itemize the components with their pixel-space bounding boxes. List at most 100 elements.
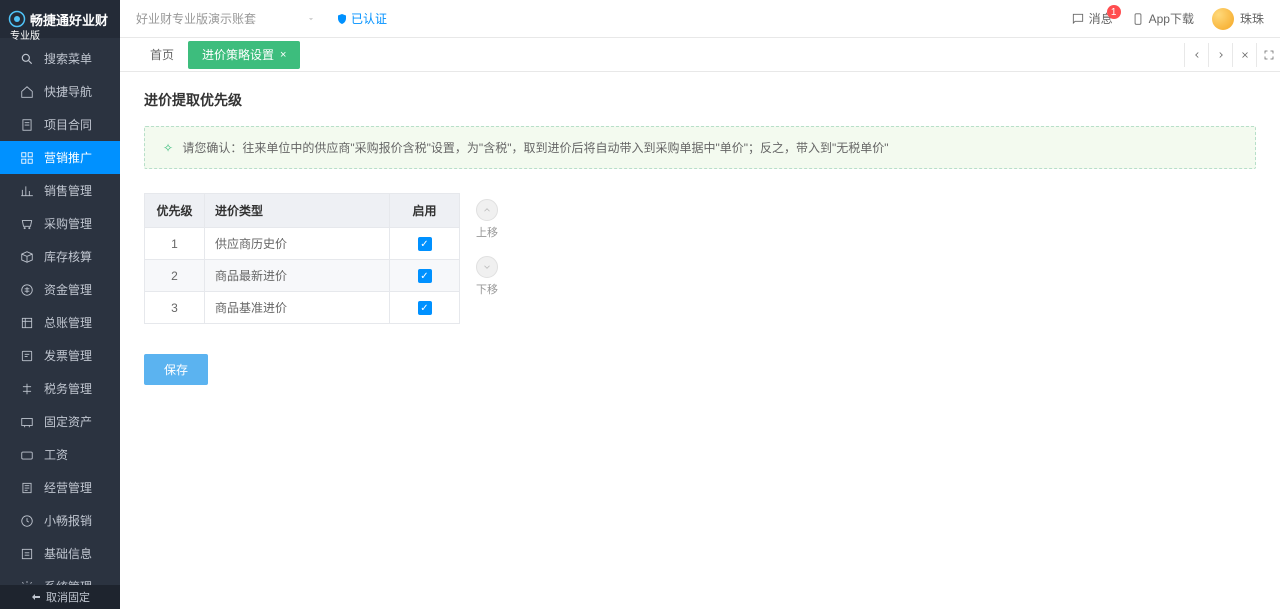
- account-name: 好业财专业版演示账套: [136, 10, 256, 27]
- pin-toggle[interactable]: 取消固定: [0, 585, 120, 609]
- account-selector[interactable]: 好业财专业版演示账套: [136, 10, 316, 27]
- menu-label: 搜索菜单: [44, 50, 92, 67]
- cell-enable: ✓: [390, 228, 460, 260]
- info-icon: ✧: [163, 141, 173, 155]
- brand-name: 畅捷通好业财: [30, 10, 108, 29]
- top-header: 好业财专业版演示账套 已认证 消息 1 App下载 珠珠: [120, 0, 1280, 38]
- tab-label: 首页: [150, 46, 174, 63]
- cell-type: 商品最新进价: [205, 260, 390, 292]
- cell-type: 商品基准进价: [205, 292, 390, 324]
- tab-close-all-button[interactable]: [1232, 43, 1256, 67]
- menu-label: 销售管理: [44, 182, 92, 199]
- tab-controls: [1184, 43, 1280, 67]
- menu-item-9[interactable]: 发票管理: [0, 339, 120, 372]
- biz-icon: [20, 481, 34, 495]
- tab-1[interactable]: 进价策略设置×: [188, 41, 300, 69]
- cell-priority: 2: [145, 260, 205, 292]
- menu-label: 总账管理: [44, 314, 92, 331]
- menu-label: 工资: [44, 446, 68, 463]
- menu-item-13[interactable]: 经营管理: [0, 471, 120, 504]
- move-down-label: 下移: [476, 281, 498, 297]
- ledger-icon: [20, 316, 34, 330]
- chevron-down-icon: [476, 256, 498, 278]
- move-controls: 上移 下移: [476, 193, 498, 297]
- tab-prev-button[interactable]: [1184, 43, 1208, 67]
- menu-label: 营销推广: [44, 149, 92, 166]
- col-enable: 启用: [390, 194, 460, 228]
- menu-item-12[interactable]: 工资: [0, 438, 120, 471]
- cell-priority: 1: [145, 228, 205, 260]
- menu-label: 基础信息: [44, 545, 92, 562]
- tab-bar: 首页进价策略设置×: [120, 38, 1280, 72]
- save-button[interactable]: 保存: [144, 354, 208, 385]
- col-type: 进价类型: [205, 194, 390, 228]
- phone-icon: [1131, 12, 1145, 26]
- doc-icon: [20, 118, 34, 132]
- move-down-button[interactable]: 下移: [476, 256, 498, 297]
- cell-enable: ✓: [390, 260, 460, 292]
- cart-icon: [20, 217, 34, 231]
- content-area: 进价提取优先级 ✧ 请您确认：往来单位中的供应商"采购报价含税"设置，为"含税"…: [120, 72, 1280, 609]
- messages-badge: 1: [1107, 5, 1121, 19]
- app-download-button[interactable]: App下载: [1131, 10, 1194, 27]
- menu-item-4[interactable]: 销售管理: [0, 174, 120, 207]
- chevron-up-icon: [476, 199, 498, 221]
- page-title: 进价提取优先级: [144, 90, 1256, 110]
- sidebar: 畅捷通好业财 专业版 搜索菜单快捷导航项目合同营销推广销售管理采购管理库存核算资…: [0, 0, 120, 609]
- box-icon: [20, 250, 34, 264]
- menu-label: 发票管理: [44, 347, 92, 364]
- checkbox-checked-icon[interactable]: ✓: [418, 269, 432, 283]
- menu-item-0[interactable]: 搜索菜单: [0, 42, 120, 75]
- menu-item-6[interactable]: 库存核算: [0, 240, 120, 273]
- grid-icon: [20, 151, 34, 165]
- verified-badge: 已认证: [336, 10, 387, 27]
- menu-item-8[interactable]: 总账管理: [0, 306, 120, 339]
- invoice-icon: [20, 349, 34, 363]
- pin-icon: [30, 591, 42, 603]
- menu-item-2[interactable]: 项目合同: [0, 108, 120, 141]
- verified-text: 已认证: [351, 10, 387, 27]
- checkbox-checked-icon[interactable]: ✓: [418, 301, 432, 315]
- avatar: [1212, 8, 1234, 30]
- table-row[interactable]: 3商品基准进价✓: [145, 292, 460, 324]
- menu-label: 资金管理: [44, 281, 92, 298]
- menu-item-15[interactable]: 基础信息: [0, 537, 120, 570]
- user-name: 珠珠: [1240, 10, 1264, 27]
- messages-button[interactable]: 消息 1: [1071, 10, 1113, 27]
- pin-label: 取消固定: [46, 589, 90, 605]
- menu-item-11[interactable]: 固定资产: [0, 405, 120, 438]
- brand-logo-icon: [8, 10, 26, 28]
- menu-item-1[interactable]: 快捷导航: [0, 75, 120, 108]
- menu-label: 税务管理: [44, 380, 92, 397]
- user-menu[interactable]: 珠珠: [1212, 8, 1264, 30]
- fullscreen-button[interactable]: [1256, 43, 1280, 67]
- move-up-button[interactable]: 上移: [476, 199, 498, 240]
- tab-next-button[interactable]: [1208, 43, 1232, 67]
- tab-0[interactable]: 首页: [136, 41, 188, 69]
- cell-type: 供应商历史价: [205, 228, 390, 260]
- col-priority: 优先级: [145, 194, 205, 228]
- menu-list: 搜索菜单快捷导航项目合同营销推广销售管理采购管理库存核算资金管理总账管理发票管理…: [0, 38, 120, 603]
- menu-item-5[interactable]: 采购管理: [0, 207, 120, 240]
- menu-item-14[interactable]: 小畅报销: [0, 504, 120, 537]
- menu-label: 经营管理: [44, 479, 92, 496]
- tab-close-icon[interactable]: ×: [280, 49, 286, 61]
- search-icon: [20, 52, 34, 66]
- shield-icon: [336, 13, 348, 25]
- chart-icon: [20, 184, 34, 198]
- tax-icon: [20, 382, 34, 396]
- info-icon: [20, 547, 34, 561]
- cell-enable: ✓: [390, 292, 460, 324]
- table-row[interactable]: 1供应商历史价 ✓: [145, 228, 460, 260]
- download-label: App下载: [1149, 10, 1194, 27]
- info-text: 请您确认：往来单位中的供应商"采购报价含税"设置，为"含税"，取到进价后将自动带…: [182, 141, 888, 155]
- menu-item-7[interactable]: 资金管理: [0, 273, 120, 306]
- asset-icon: [20, 415, 34, 429]
- info-box: ✧ 请您确认：往来单位中的供应商"采购报价含税"设置，为"含税"，取到进价后将自…: [144, 126, 1256, 169]
- edition-badge: 专业版: [10, 27, 40, 42]
- checkbox-checked-icon[interactable]: ✓: [418, 237, 432, 251]
- menu-item-3[interactable]: 营销推广: [0, 141, 120, 174]
- table-row[interactable]: 2商品最新进价 ✓: [145, 260, 460, 292]
- menu-label: 快捷导航: [44, 83, 92, 100]
- menu-item-10[interactable]: 税务管理: [0, 372, 120, 405]
